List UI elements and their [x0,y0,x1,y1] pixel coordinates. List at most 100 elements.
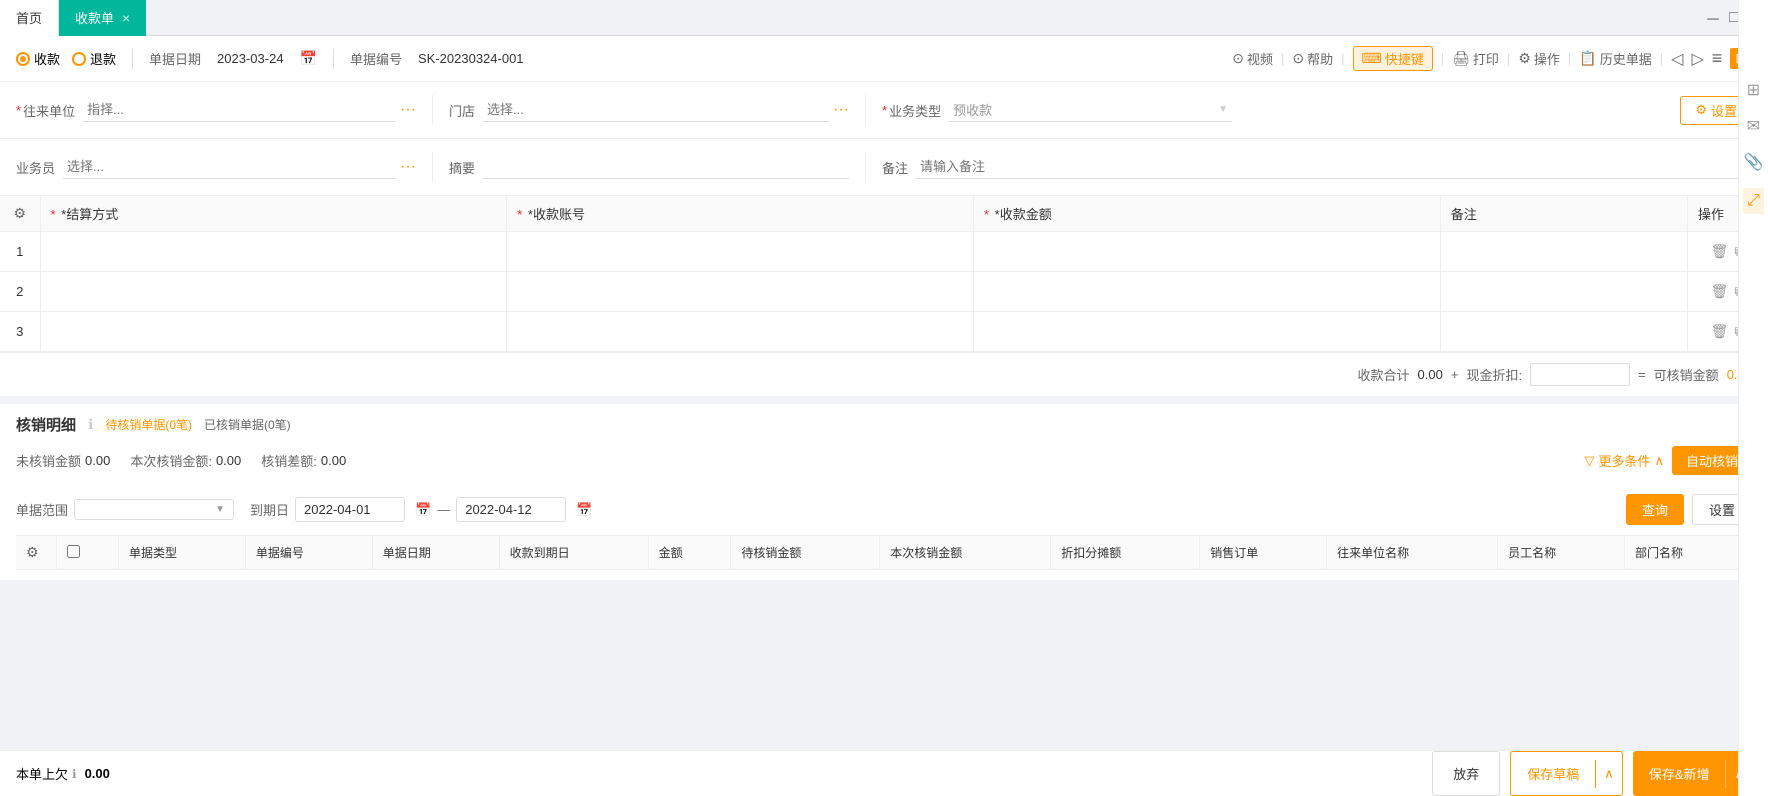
range-label: 单据范围 [16,500,68,519]
total-label: 收款合计 [1358,365,1410,384]
range-select[interactable]: ▼ [74,499,234,520]
radio-receipt[interactable]: 收款 [16,49,60,68]
remarks-input[interactable] [916,155,1752,179]
table-row: 3 🗑 ⧉ [0,312,1768,352]
operation-icon: ⚙ [1518,50,1531,67]
history-btn[interactable]: 📋 历史单据 [1579,49,1651,68]
sidebar-expand-icon[interactable]: ⤢ [1743,188,1764,214]
table-gear-icon[interactable]: ⚙ [13,205,26,221]
minimize-btn[interactable]: － [1705,6,1721,30]
operation-label: 操作 [1534,49,1560,68]
help-icon: ⊙ [1292,50,1304,67]
radio-refund[interactable]: 退款 [72,49,116,68]
row-delete-icon-1[interactable]: 🗑 [1711,243,1729,260]
row-amount-2[interactable] [973,272,1440,312]
date-from-input[interactable] [295,497,405,522]
row-settlement-2[interactable] [40,272,507,312]
sidebar-table-icon[interactable]: ⊞ [1747,80,1760,100]
bth-department: 部门名称 [1624,536,1751,570]
date-label: 单据日期 [149,49,201,68]
save-draft-label: 保存草稿 [1511,758,1595,789]
footer-info-icon[interactable]: ℹ [72,767,77,781]
salesperson-input[interactable] [63,155,396,179]
radio-receipt-dot [16,52,30,66]
toolbar-right: ⊙ 视频 | ⊙ 帮助 | ⌨ 快捷键 | 🖨 打印 | ⚙ 操作 [1232,46,1752,71]
row-num-2: 2 [0,272,40,312]
query-btn[interactable]: 查询 [1626,494,1684,525]
counterpart-more-icon[interactable]: ··· [400,101,416,119]
receipt-table: ⚙ * *结算方式 * *收款账号 * *收款金额 [0,196,1768,352]
list-view-icon[interactable]: ≡ [1712,48,1723,69]
shop-field: 门店 ··· [449,98,849,122]
shop-more-icon[interactable]: ··· [833,101,849,119]
footer-right: 放弃 保存草稿 ∧ 保存&新增 ∧ [1432,751,1752,796]
row-remark-3[interactable] [1440,312,1687,352]
bth-discount: 折扣分摊额 [1051,536,1200,570]
row-settlement-3[interactable] [40,312,507,352]
row-account-3[interactable] [507,312,974,352]
row-amount-1[interactable] [973,232,1440,272]
select-all-checkbox[interactable] [67,545,80,558]
tab-home-label: 首页 [16,8,42,27]
more-conditions-btn[interactable]: ▽ 更多条件 ∧ [1584,451,1664,470]
salesperson-label: 业务员 [16,158,55,177]
tab-close-icon[interactable]: × [122,10,130,26]
toolbar-divider-1 [132,49,133,69]
btype-value: 预收款 [953,100,1218,119]
pending-tab[interactable]: 待核销单据(0笔) [105,416,192,433]
done-tab[interactable]: 已核销单据(0笔) [204,416,291,433]
calendar-from-icon[interactable]: 📅 [415,502,431,518]
sidebar-mail-icon[interactable]: ✉ [1747,116,1760,136]
row-remark-1[interactable] [1440,232,1687,272]
shop-input[interactable] [483,98,829,122]
save-new-btn[interactable]: 保存&新增 ∧ [1633,751,1752,796]
print-btn[interactable]: 🖨 打印 [1452,49,1499,68]
prev-icon[interactable]: ◁ [1671,49,1683,69]
discount-input[interactable] [1530,363,1630,386]
unchecked-stat: 未核销金额 0.00 [16,451,110,470]
shortcut-btn[interactable]: ⌨ 快捷键 [1353,46,1433,71]
radio-refund-dot [72,52,86,66]
salesperson-more-icon[interactable]: ··· [400,158,416,176]
row-delete-icon-2[interactable]: 🗑 [1711,283,1729,300]
row-settlement-1[interactable] [40,232,507,272]
table-header-row: ⚙ * *结算方式 * *收款账号 * *收款金额 [0,196,1768,232]
tab-home[interactable]: 首页 [0,0,59,36]
bth-employee: 员工名称 [1498,536,1625,570]
next-icon[interactable]: ▷ [1691,49,1703,69]
tab-active[interactable]: 收款单 × [59,0,146,36]
range-arrow-icon: ▼ [215,504,225,515]
bth-sales-order: 销售订单 [1200,536,1327,570]
hexiao-title: 核销明细 [16,414,76,435]
row-remark-2[interactable] [1440,272,1687,312]
table-row: 1 🗑 ⧉ [0,232,1768,272]
row-account-1[interactable] [507,232,974,272]
row-account-2[interactable] [507,272,974,312]
operation-btn[interactable]: ⚙ 操作 [1518,49,1560,68]
calendar-icon[interactable]: 📅 [300,50,317,67]
diff-stat: 核销差额: 0.00 [261,451,346,470]
row-amount-3[interactable] [973,312,1440,352]
abandon-btn[interactable]: 放弃 [1432,751,1500,796]
counterpart-input[interactable] [83,98,396,122]
save-draft-btn[interactable]: 保存草稿 ∧ [1510,751,1623,796]
current-label: 本次核销金额: [130,451,212,470]
th-gear: ⚙ [0,196,40,232]
save-draft-arrow-icon[interactable]: ∧ [1595,760,1622,788]
calendar-to-icon[interactable]: 📅 [576,502,592,518]
date-to-input[interactable] [456,497,566,522]
filter-row: 单据范围 ▼ 到期日 📅 — 📅 查询 设置 [16,484,1752,536]
chevron-up-icon: ∧ [1654,453,1664,469]
summary-input[interactable] [483,155,849,179]
history-icon: 📋 [1579,50,1596,67]
hexiao-info-icon[interactable]: ℹ [88,416,93,433]
bottom-table-gear-icon[interactable]: ⚙ [26,544,39,560]
sidebar-attachment-icon[interactable]: 📎 [1744,152,1764,172]
row-num-1: 1 [0,232,40,272]
toolbar: 收款 退款 单据日期 2023-03-24 📅 单据编号 SK-20230324… [0,36,1768,82]
video-btn[interactable]: ⊙ 视频 [1232,49,1273,68]
btype-select[interactable]: 预收款 ▼ [949,98,1232,122]
help-btn[interactable]: ⊙ 帮助 [1292,49,1333,68]
row-delete-icon-3[interactable]: 🗑 [1711,323,1729,340]
field-sep-2 [865,95,866,125]
